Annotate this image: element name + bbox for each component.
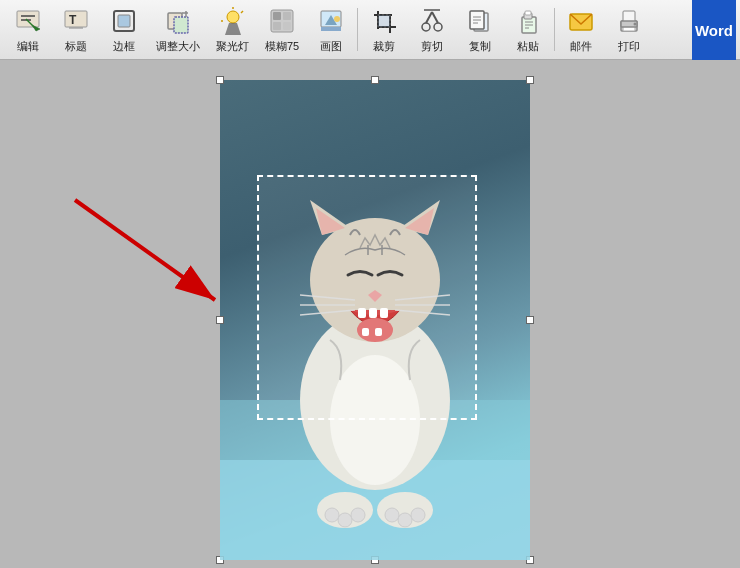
cat-image[interactable] <box>220 80 530 560</box>
draw-label: 画图 <box>320 39 342 54</box>
svg-rect-9 <box>118 15 130 27</box>
svg-rect-25 <box>321 27 341 31</box>
svg-rect-66 <box>380 308 388 318</box>
svg-rect-64 <box>358 308 366 318</box>
copy-label: 复制 <box>469 39 491 54</box>
svg-rect-23 <box>283 22 291 30</box>
toolbar-cut-button[interactable]: 剪切 <box>408 0 456 59</box>
cut-icon <box>416 5 448 37</box>
toolbar-separator2 <box>554 8 555 51</box>
canvas-area <box>0 60 740 568</box>
resize-icon <box>162 5 194 37</box>
svg-line-85 <box>75 200 215 300</box>
toolbar-title-button[interactable]: T 标题 <box>52 0 100 59</box>
svg-line-36 <box>432 12 438 23</box>
spotlight-label: 聚光灯 <box>216 39 249 54</box>
svg-rect-20 <box>273 12 281 20</box>
toolbar-copy-button[interactable]: 复制 <box>456 0 504 59</box>
svg-rect-65 <box>369 308 377 318</box>
border-icon <box>108 5 140 37</box>
svg-point-14 <box>227 11 239 23</box>
blur-icon <box>266 5 298 37</box>
toolbar-resize-button[interactable]: 调整大小 <box>148 0 208 59</box>
svg-rect-0 <box>17 11 39 27</box>
toolbar-email-button[interactable]: 邮件 <box>557 0 605 59</box>
toolbar-edit-button[interactable]: 编辑 <box>4 0 52 59</box>
svg-point-83 <box>411 508 425 522</box>
paste-label: 粘贴 <box>517 39 539 54</box>
copy-icon <box>464 5 496 37</box>
svg-point-80 <box>351 508 365 522</box>
edit-label: 编辑 <box>17 39 39 54</box>
svg-point-81 <box>385 508 399 522</box>
document-page <box>220 80 530 560</box>
svg-text:T: T <box>69 13 77 27</box>
svg-point-79 <box>338 513 352 527</box>
word-button[interactable]: Word <box>692 0 736 60</box>
toolbar-separator <box>357 8 358 51</box>
toolbar-border-button[interactable]: 边框 <box>100 0 148 59</box>
resize-label: 调整大小 <box>156 39 200 54</box>
svg-rect-21 <box>283 12 291 20</box>
svg-point-78 <box>325 508 339 522</box>
email-icon <box>565 5 597 37</box>
toolbar-crop-button[interactable]: 裁剪 <box>360 0 408 59</box>
print-label: 打印 <box>618 39 640 54</box>
border-label: 边框 <box>113 39 135 54</box>
toolbar-spotlight-button[interactable]: 聚光灯 <box>208 0 257 59</box>
toolbar-print-button[interactable]: 打印 <box>605 0 653 59</box>
toolbar-paste-button[interactable]: 粘贴 <box>504 0 552 59</box>
svg-rect-11 <box>174 17 188 33</box>
toolbar: 编辑 T 标题 边框 调整大小 <box>0 0 740 60</box>
paste-icon <box>512 5 544 37</box>
svg-point-82 <box>398 513 412 527</box>
svg-line-35 <box>426 12 432 23</box>
svg-rect-32 <box>378 15 390 27</box>
svg-marker-18 <box>225 23 241 35</box>
title-icon: T <box>60 5 92 37</box>
cut-label: 剪切 <box>421 39 443 54</box>
toolbar-blur-button[interactable]: 模糊75 <box>257 0 307 59</box>
spotlight-icon <box>217 5 249 37</box>
print-icon <box>613 5 645 37</box>
svg-rect-68 <box>362 328 369 336</box>
title-label: 标题 <box>65 39 87 54</box>
svg-line-16 <box>241 11 243 13</box>
svg-rect-45 <box>525 11 531 15</box>
edit-icon <box>12 5 44 37</box>
crop-label: 裁剪 <box>373 39 395 54</box>
svg-point-33 <box>422 23 430 31</box>
word-label: Word <box>695 22 733 39</box>
toolbar-draw-button[interactable]: 画图 <box>307 0 355 59</box>
crop-icon <box>368 5 400 37</box>
email-label: 邮件 <box>570 39 592 54</box>
svg-point-58 <box>330 355 420 485</box>
svg-rect-22 <box>273 22 281 30</box>
svg-point-34 <box>434 23 442 31</box>
svg-point-27 <box>334 16 340 22</box>
svg-rect-69 <box>375 328 382 336</box>
svg-point-54 <box>634 23 637 26</box>
blur-label: 模糊75 <box>265 39 299 54</box>
draw-icon <box>315 5 347 37</box>
